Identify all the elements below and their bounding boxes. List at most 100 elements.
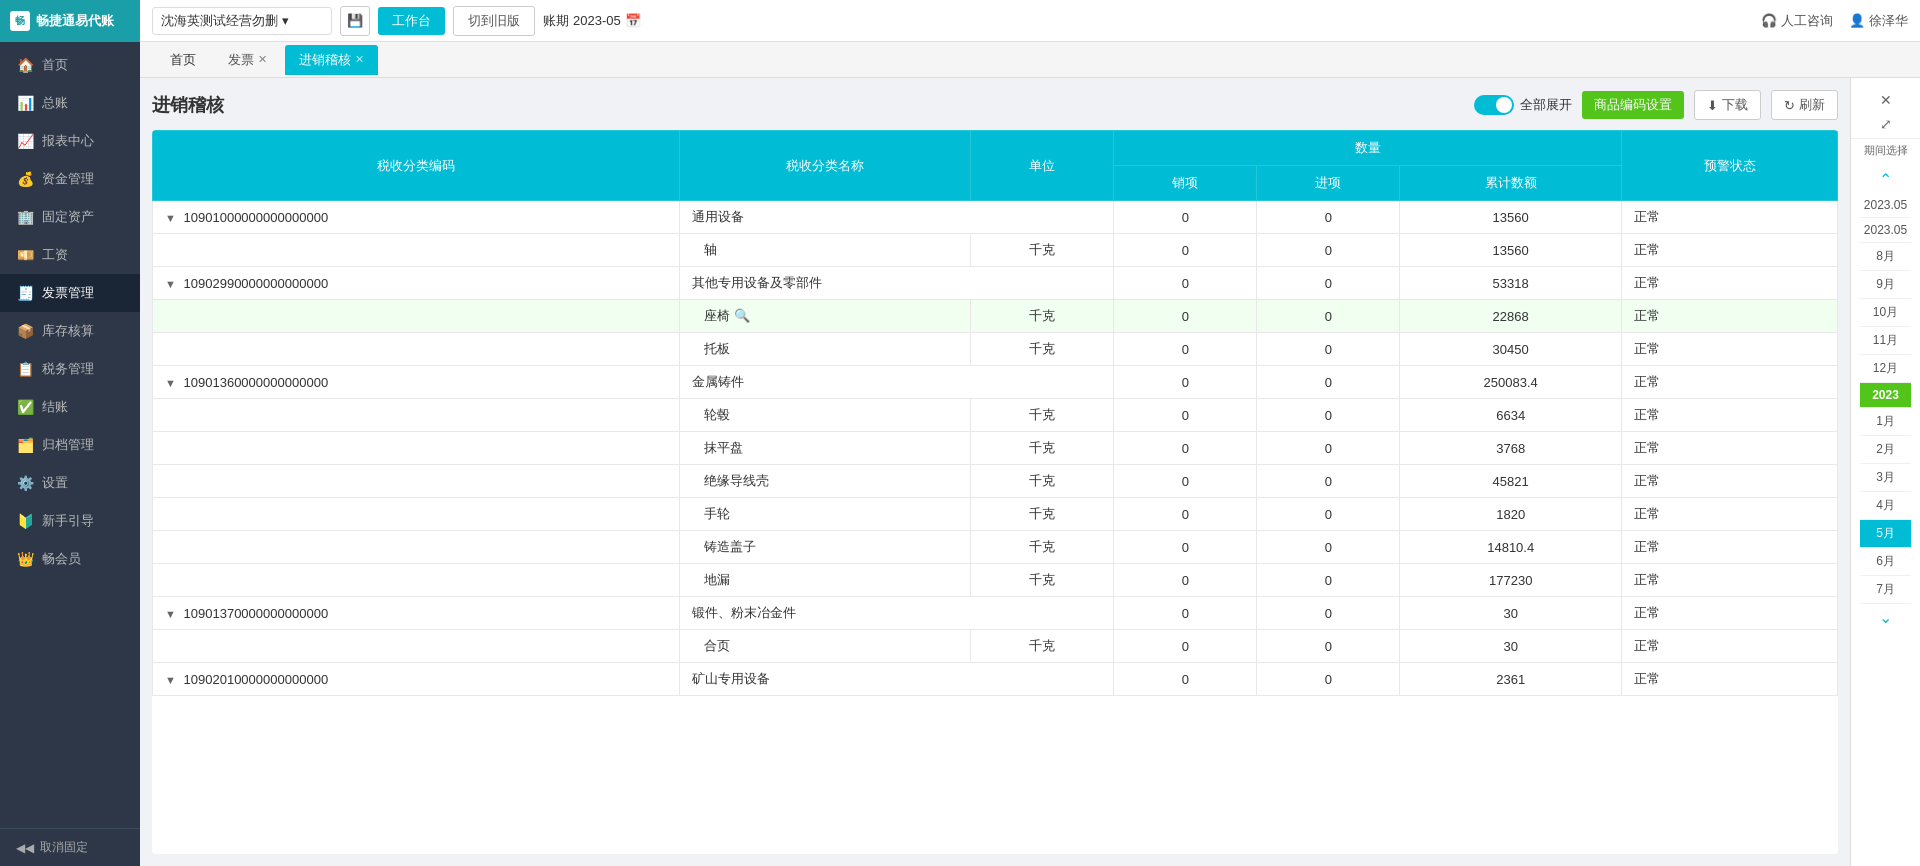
member-icon: 👑 — [16, 551, 34, 567]
invoice-icon: 🧾 — [16, 285, 34, 301]
period-item-4[interactable]: 10月 — [1860, 299, 1911, 327]
table-row: 托板 千克 0 0 30450 正常 — [153, 333, 1838, 366]
sidebar-item-invoice[interactable]: 🧾发票管理 — [0, 274, 140, 312]
row-status: 正常 — [1622, 465, 1838, 498]
table-row: ▼ 10901000000000000000 通用设备 0 0 13560 正常 — [153, 201, 1838, 234]
period-up-nav[interactable]: ⌃ — [1875, 166, 1896, 193]
commodity-code-btn[interactable]: 商品编码设置 — [1582, 91, 1684, 119]
expand-icon[interactable]: ▼ — [165, 278, 176, 290]
expand-icon[interactable]: ▼ — [165, 212, 176, 224]
period-item-12[interactable]: 5月 — [1860, 520, 1911, 548]
refresh-icon: ↻ — [1784, 98, 1795, 113]
save-button[interactable]: 💾 — [340, 6, 370, 36]
download-label: 下载 — [1722, 96, 1748, 114]
period-down-nav[interactable]: ⌄ — [1875, 604, 1896, 631]
period-item-10[interactable]: 3月 — [1860, 464, 1911, 492]
period-item-8[interactable]: 1月 — [1860, 408, 1911, 436]
refresh-btn[interactable]: ↻ 刷新 — [1771, 90, 1838, 120]
period-item-5[interactable]: 11月 — [1860, 327, 1911, 355]
app-logo: 畅 畅捷通易代账 — [0, 0, 140, 42]
sidebar-item-member[interactable]: 👑畅会员 — [0, 540, 140, 578]
row-total: 6634 — [1400, 399, 1622, 432]
sidebar-item-checkout[interactable]: ✅结账 — [0, 388, 140, 426]
sidebar-item-reports[interactable]: 📈报表中心 — [0, 122, 140, 160]
sidebar-label-tax: 税务管理 — [42, 360, 94, 378]
sidebar-item-salary[interactable]: 💴工资 — [0, 236, 140, 274]
row-code — [153, 531, 680, 564]
row-code — [153, 465, 680, 498]
sidebar-item-inventory[interactable]: 📦库存核算 — [0, 312, 140, 350]
table-row: ▼ 10901360000000000000 金属铸件 0 0 250083.4… — [153, 366, 1838, 399]
expand-toggle-switch[interactable] — [1474, 95, 1514, 115]
reconcile-tab-close[interactable]: ✕ — [355, 53, 364, 66]
period-item-13[interactable]: 6月 — [1860, 548, 1911, 576]
download-btn[interactable]: ⬇ 下载 — [1694, 90, 1761, 120]
sidebar-item-guide[interactable]: 🔰新手引导 — [0, 502, 140, 540]
row-unit: 千克 — [970, 234, 1114, 267]
expand-toggle-text: 全部展开 — [1520, 96, 1572, 114]
expand-icon[interactable]: ▼ — [165, 377, 176, 389]
archive-icon: 🗂️ — [16, 437, 34, 453]
consult-label: 人工咨询 — [1781, 12, 1833, 30]
row-code — [153, 234, 680, 267]
sidebar-item-home[interactable]: 🏠首页 — [0, 46, 140, 84]
headset-icon: 🎧 — [1761, 13, 1777, 28]
row-status: 正常 — [1622, 498, 1838, 531]
sidebar-item-finance[interactable]: 💰资金管理 — [0, 160, 140, 198]
row-purchase: 0 — [1257, 300, 1400, 333]
guide-icon: 🔰 — [16, 513, 34, 529]
row-code: ▼ 10902990000000000000 — [153, 267, 680, 300]
row-status: 正常 — [1622, 234, 1838, 267]
sidebar-item-ledger[interactable]: 📊总账 — [0, 84, 140, 122]
sidebar-item-archive[interactable]: 🗂️归档管理 — [0, 426, 140, 464]
panel-expand-btn[interactable]: ⤢ — [1874, 114, 1898, 134]
row-code: ▼ 10901360000000000000 — [153, 366, 680, 399]
row-status: 正常 — [1622, 663, 1838, 696]
row-name: 金属铸件 — [680, 366, 1114, 399]
sidebar-label-home: 首页 — [42, 56, 68, 74]
page-title: 进销稽核 — [152, 93, 224, 117]
row-unit: 千克 — [970, 564, 1114, 597]
sidebar-item-settings[interactable]: ⚙️设置 — [0, 464, 140, 502]
row-sale: 0 — [1114, 267, 1257, 300]
period-item-7[interactable]: 2023 — [1860, 383, 1911, 408]
period-item-0[interactable]: 2023.05 — [1860, 193, 1911, 218]
row-total: 30 — [1400, 630, 1622, 663]
tab-invoice[interactable]: 发票 ✕ — [214, 45, 281, 75]
table-row: 轮毂 千克 0 0 6634 正常 — [153, 399, 1838, 432]
panel-close-btn[interactable]: ✕ — [1874, 90, 1898, 110]
pin-icon: ◀◀ — [16, 841, 34, 855]
search-cell-icon[interactable]: 🔍 — [734, 308, 750, 323]
row-purchase: 0 — [1257, 465, 1400, 498]
row-sale: 0 — [1114, 366, 1257, 399]
period-item-14[interactable]: 7月 — [1860, 576, 1911, 604]
expand-icon[interactable]: ▼ — [165, 674, 176, 686]
row-status: 正常 — [1622, 432, 1838, 465]
period-item-1[interactable]: 2023.05 — [1860, 218, 1911, 243]
period-item-3[interactable]: 9月 — [1860, 271, 1911, 299]
code-value: 10901000000000000000 — [184, 210, 329, 225]
code-value: 10902990000000000000 — [184, 276, 329, 291]
tab-home[interactable]: 首页 — [156, 45, 210, 75]
switch-version-button[interactable]: 切到旧版 — [453, 6, 535, 36]
user-profile[interactable]: 👤 徐泽华 — [1849, 12, 1908, 30]
calendar-icon[interactable]: 📅 — [625, 13, 641, 28]
period-item-9[interactable]: 2月 — [1860, 436, 1911, 464]
chevron-down-icon: ▾ — [282, 13, 289, 28]
table-row: 手轮 千克 0 0 1820 正常 — [153, 498, 1838, 531]
period-item-6[interactable]: 12月 — [1860, 355, 1911, 383]
worktable-button[interactable]: 工作台 — [378, 7, 445, 35]
period-item-2[interactable]: 8月 — [1860, 243, 1911, 271]
invoice-tab-close[interactable]: ✕ — [258, 53, 267, 66]
tab-reconcile[interactable]: 进销稽核 ✕ — [285, 45, 378, 75]
row-code — [153, 399, 680, 432]
consult-button[interactable]: 🎧 人工咨询 — [1761, 12, 1833, 30]
row-code — [153, 300, 680, 333]
sidebar-item-tax[interactable]: 📋税务管理 — [0, 350, 140, 388]
sidebar-bottom-pin[interactable]: ◀◀ 取消固定 — [0, 828, 140, 866]
expand-icon[interactable]: ▼ — [165, 608, 176, 620]
sidebar-item-assets[interactable]: 🏢固定资产 — [0, 198, 140, 236]
company-selector[interactable]: 沈海英测试经营勿删 ▾ — [152, 7, 332, 35]
period-item-11[interactable]: 4月 — [1860, 492, 1911, 520]
row-purchase: 0 — [1257, 366, 1400, 399]
